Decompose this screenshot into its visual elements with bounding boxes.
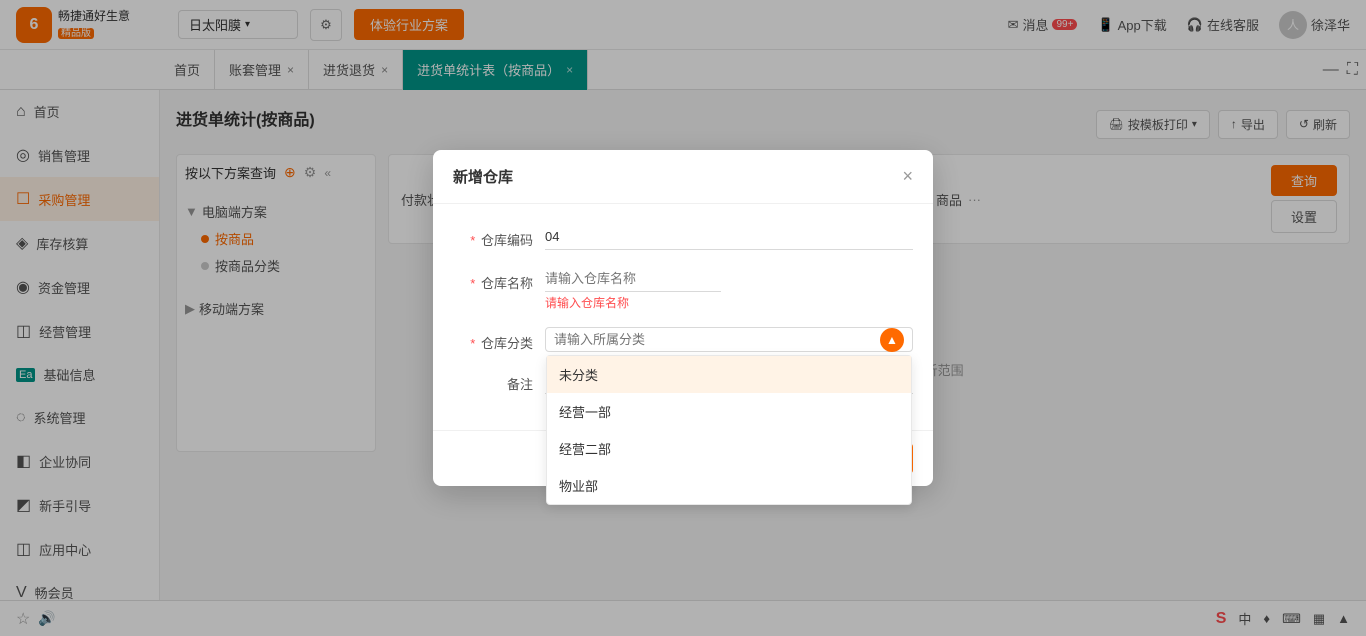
dropdown-item-dept3[interactable]: 物业部 xyxy=(547,467,911,504)
category-input[interactable] xyxy=(554,332,882,347)
dialog-close-button[interactable]: × xyxy=(902,166,913,187)
warehouse-name-input[interactable] xyxy=(545,266,721,292)
name-error-message: 请输入仓库名称 xyxy=(545,296,629,310)
code-label: * 仓库编码 xyxy=(453,224,533,249)
name-field-row: * 仓库名称 请输入仓库名称 xyxy=(453,266,913,311)
category-field-row: * 仓库分类 ▲ 未分类 经营一部 经营二部 物业部 xyxy=(453,327,913,352)
add-warehouse-dialog: 新增仓库 × * 仓库编码 * 仓库名称 请输入仓库名称 xyxy=(433,150,933,486)
dropdown-item-dept2[interactable]: 经营二部 xyxy=(547,430,911,467)
chevron-up-icon[interactable]: ▲ xyxy=(880,328,904,352)
category-label: * 仓库分类 xyxy=(453,327,533,352)
code-field-row: * 仓库编码 xyxy=(453,224,913,250)
dropdown-item-dept1[interactable]: 经营一部 xyxy=(547,393,911,430)
dropdown-item-unclassified[interactable]: 未分类 xyxy=(547,356,911,393)
category-dropdown: 未分类 经营一部 经营二部 物业部 xyxy=(546,355,912,505)
warehouse-code-input[interactable] xyxy=(545,224,913,250)
note-label: 备注 xyxy=(453,368,533,393)
dialog-header: 新增仓库 × xyxy=(433,150,933,204)
dialog-title: 新增仓库 xyxy=(453,166,513,187)
category-input-wrap[interactable]: ▲ 未分类 经营一部 经营二部 物业部 xyxy=(545,327,913,352)
dialog-body: * 仓库编码 * 仓库名称 请输入仓库名称 * 仓库分类 xyxy=(433,204,933,430)
name-label: * 仓库名称 xyxy=(453,267,533,292)
